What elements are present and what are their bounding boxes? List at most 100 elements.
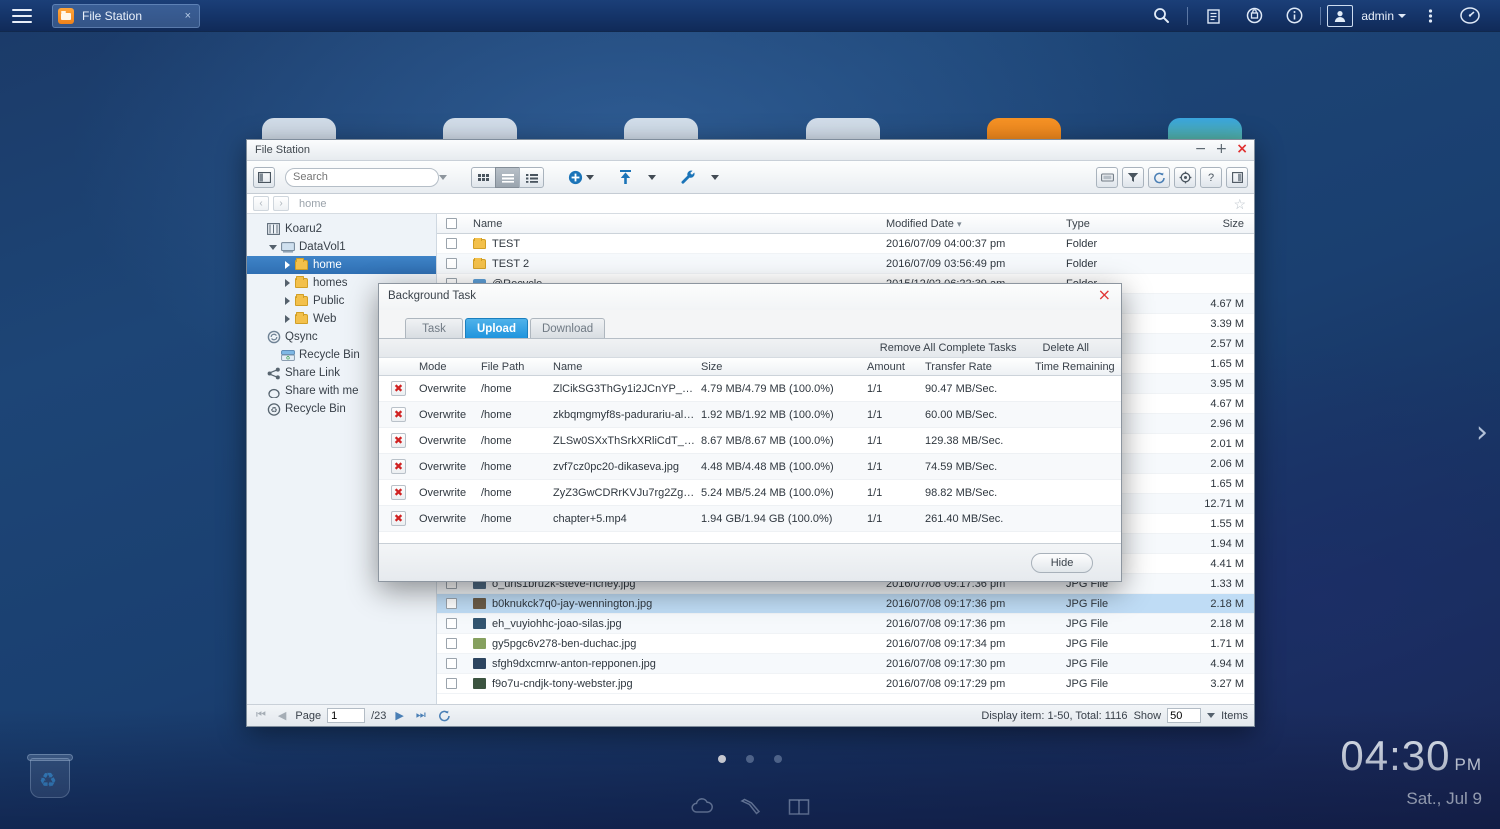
back-button[interactable]: ‹ xyxy=(253,196,269,211)
tab-task[interactable]: Task xyxy=(405,318,463,338)
expand-arrow-icon[interactable] xyxy=(281,315,293,323)
column-header-size[interactable]: Size xyxy=(701,361,867,373)
expand-arrow-icon[interactable] xyxy=(281,279,293,287)
table-row[interactable]: f9o7u-cndjk-tony-webster.jpg 2016/07/08 0… xyxy=(437,674,1254,694)
remote-mount-icon[interactable] xyxy=(1096,167,1118,188)
cancel-task-button[interactable]: ✖ xyxy=(391,381,406,396)
column-header-file-path[interactable]: File Path xyxy=(481,361,553,373)
row-checkbox[interactable] xyxy=(437,638,465,649)
hide-button[interactable]: Hide xyxy=(1031,552,1093,573)
sidebar-item-label: Public xyxy=(313,295,345,307)
sidebar-item-koaru2[interactable]: Koaru2 xyxy=(247,220,436,238)
detail-view-icon[interactable] xyxy=(519,166,544,188)
cancel-task-button[interactable]: ✖ xyxy=(391,485,406,500)
close-icon[interactable]: × xyxy=(1098,287,1111,303)
last-page-button[interactable]: ⏭ xyxy=(413,709,429,722)
tab-upload[interactable]: Upload xyxy=(465,318,528,338)
tab-download[interactable]: Download xyxy=(529,318,606,338)
table-row[interactable]: sfgh9dxcmrw-anton-repponen.jpg 2016/07/08… xyxy=(437,654,1254,674)
collapse-arrow-icon[interactable] xyxy=(267,244,279,250)
close-button[interactable]: × xyxy=(1236,142,1248,156)
list-view-icon[interactable] xyxy=(495,166,520,188)
breadcrumb-path[interactable]: home xyxy=(299,198,327,210)
tools-button[interactable] xyxy=(680,169,719,185)
sidebar-item-home[interactable]: home xyxy=(247,256,436,274)
table-row[interactable]: eh_vuyiohhc-joao-silas.jpg 2016/07/08 09:… xyxy=(437,614,1254,634)
info-panel-icon[interactable] xyxy=(1226,167,1248,188)
info-icon[interactable] xyxy=(1274,0,1314,32)
maximize-button[interactable]: + xyxy=(1216,142,1228,156)
sidebar-toggle-icon[interactable] xyxy=(253,166,275,188)
tools-icon[interactable] xyxy=(740,798,762,816)
cancel-task-button[interactable]: ✖ xyxy=(391,459,406,474)
table-row[interactable]: TEST 2 2016/07/09 03:56:49 pm Folder xyxy=(437,254,1254,274)
search-icon[interactable] xyxy=(1141,0,1181,32)
column-header-modified-date[interactable]: Modified Date ▾ xyxy=(886,218,1066,230)
row-checkbox[interactable] xyxy=(437,658,465,669)
upload-button[interactable] xyxy=(618,169,656,185)
select-all-checkbox[interactable] xyxy=(437,218,465,229)
notes-station-icon[interactable] xyxy=(1194,0,1234,32)
cancel-task-button[interactable]: ✖ xyxy=(391,511,406,526)
row-checkbox[interactable] xyxy=(437,598,465,609)
close-icon[interactable]: × xyxy=(179,10,191,22)
row-checkbox[interactable] xyxy=(437,238,465,249)
manual-icon[interactable] xyxy=(788,798,810,816)
table-row[interactable]: b0knukck7q0-jay-wennington.jpg 2016/07/08… xyxy=(437,594,1254,614)
column-header-amount[interactable]: Amount xyxy=(867,361,925,373)
table-row[interactable]: gy5pgc6v278-ben-duchac.jpg 2016/07/08 09:… xyxy=(437,634,1254,654)
more-options-icon[interactable] xyxy=(1410,0,1450,32)
thumbnail-view-icon[interactable] xyxy=(471,166,496,188)
column-header-name[interactable]: Name xyxy=(465,218,886,230)
column-header-mode[interactable]: Mode xyxy=(419,361,481,373)
row-checkbox[interactable] xyxy=(437,258,465,269)
first-page-button[interactable]: ⏮ xyxy=(253,709,269,722)
dialog-titlebar[interactable]: Background Task × xyxy=(379,284,1121,310)
page-dot[interactable] xyxy=(774,755,782,763)
table-row[interactable]: TEST 2016/07/09 04:00:37 pm Folder xyxy=(437,234,1254,254)
page-dot[interactable] xyxy=(746,755,754,763)
dashboard-icon[interactable] xyxy=(1450,0,1490,32)
refresh-icon[interactable] xyxy=(438,710,451,722)
row-checkbox[interactable] xyxy=(437,678,465,689)
cancel-task-button[interactable]: ✖ xyxy=(391,433,406,448)
next-page-button[interactable]: ▶ xyxy=(392,709,406,722)
filter-icon[interactable] xyxy=(1122,167,1144,188)
next-desktop-page-arrow[interactable]: › xyxy=(1476,415,1488,450)
column-header-type[interactable]: Type xyxy=(1066,218,1156,230)
show-count-input[interactable] xyxy=(1167,708,1202,723)
user-menu[interactable]: admin xyxy=(1361,9,1410,23)
sidebar-item-datavol1[interactable]: DataVol1 xyxy=(247,238,436,256)
user-avatar-icon[interactable] xyxy=(1327,4,1354,27)
settings-icon[interactable] xyxy=(1174,167,1196,188)
column-header-time-remaining[interactable]: Time Remaining xyxy=(1035,361,1121,373)
page-input[interactable] xyxy=(327,708,366,723)
search-options-icon[interactable] xyxy=(439,174,447,180)
favorite-star-icon[interactable]: ☆ xyxy=(1233,196,1246,213)
taskbar-tab-file-station[interactable]: File Station × xyxy=(52,3,200,28)
search-input[interactable] xyxy=(293,171,435,183)
column-header-name[interactable]: Name xyxy=(553,361,701,373)
expand-arrow-icon[interactable] xyxy=(281,261,293,269)
remove-all-complete-tasks-button[interactable]: Remove All Complete Tasks xyxy=(880,342,1017,354)
search-box[interactable] xyxy=(285,167,447,187)
help-icon[interactable]: ? xyxy=(1200,167,1222,188)
delete-all-button[interactable]: Delete All xyxy=(1043,342,1089,354)
window-titlebar[interactable]: File Station − + × xyxy=(247,140,1254,161)
hamburger-icon[interactable] xyxy=(0,0,44,32)
column-header-size[interactable]: Size xyxy=(1156,218,1254,230)
chevron-down-icon[interactable] xyxy=(1207,713,1216,718)
prev-page-button[interactable]: ◀ xyxy=(275,709,289,722)
forward-button[interactable]: › xyxy=(273,196,289,211)
refresh-icon[interactable] xyxy=(1148,167,1170,188)
cloud-icon[interactable] xyxy=(690,798,714,816)
cancel-task-button[interactable]: ✖ xyxy=(391,407,406,422)
create-new-button[interactable] xyxy=(568,170,594,185)
backup-station-icon[interactable] xyxy=(1234,0,1274,32)
expand-arrow-icon[interactable] xyxy=(281,297,293,305)
row-checkbox[interactable] xyxy=(437,618,465,629)
minimize-button[interactable]: − xyxy=(1195,142,1207,156)
page-dot[interactable] xyxy=(718,755,726,763)
volume-icon xyxy=(279,241,296,253)
column-header-transfer-rate[interactable]: Transfer Rate xyxy=(925,361,1035,373)
